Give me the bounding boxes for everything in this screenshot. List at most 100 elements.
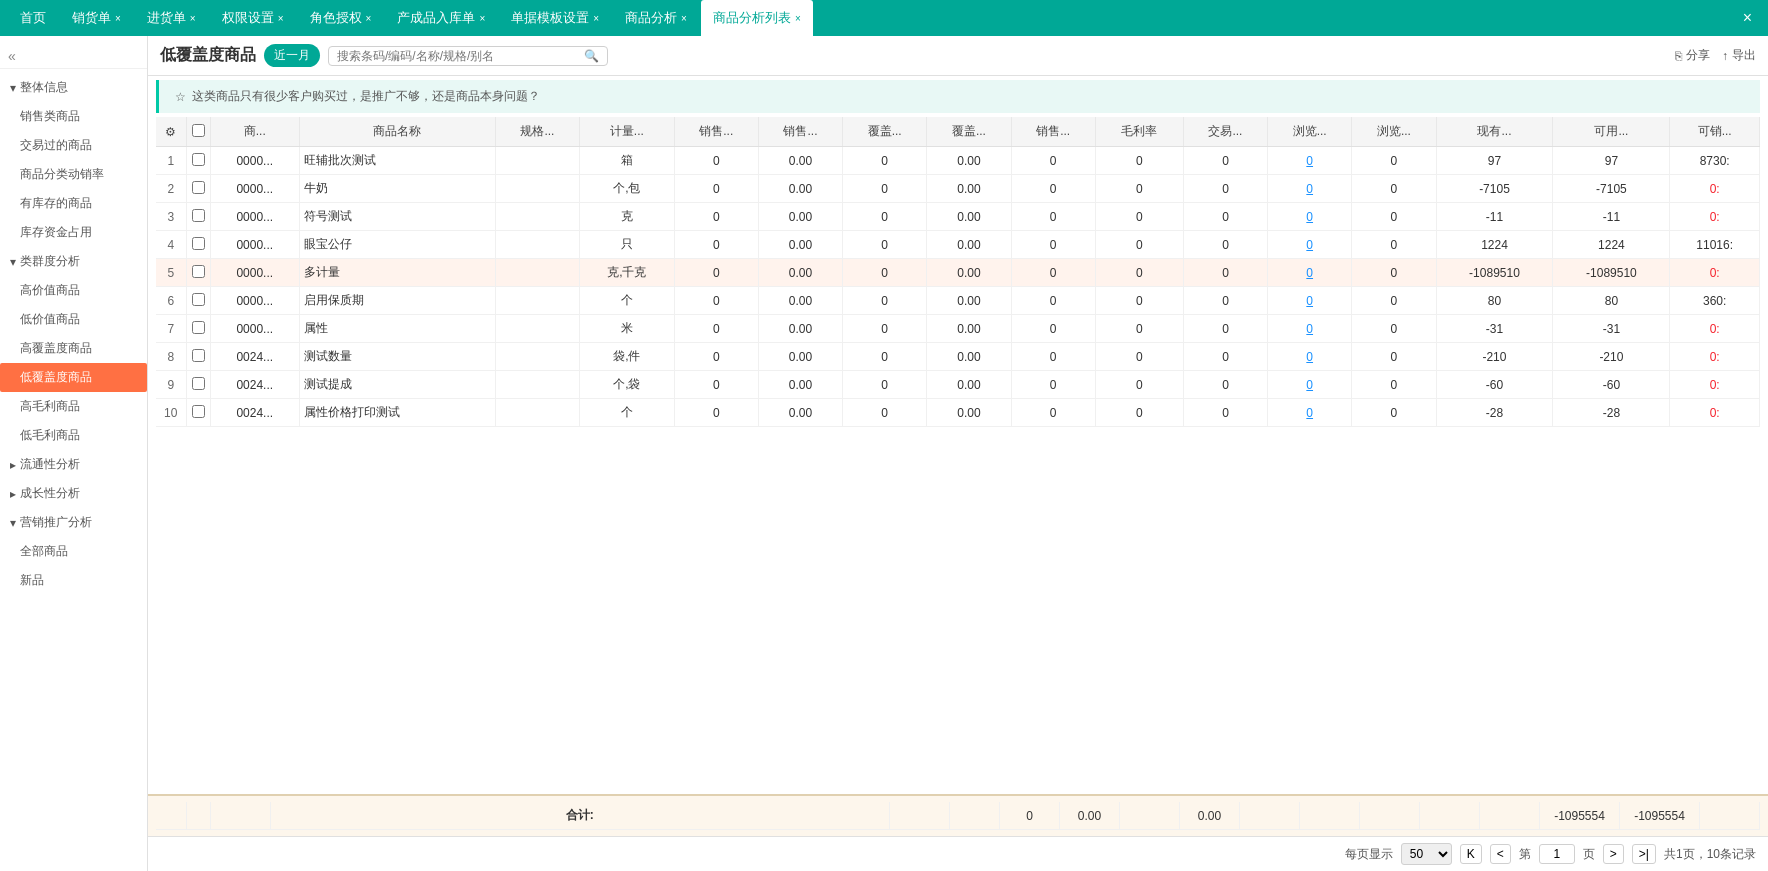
row-checkbox[interactable] [192,405,205,418]
nav-role[interactable]: 角色授权 × [298,0,384,36]
row-sales-qty: 0 [674,287,758,315]
nav-product-analysis[interactable]: 商品分析 × [613,0,699,36]
row-checkbox[interactable] [192,265,205,278]
sidebar-item-low-value[interactable]: 低价值商品 [0,305,147,334]
nav-purchase[interactable]: 进货单 × [135,0,208,36]
sidebar-item-low-coverage[interactable]: 低覆盖度商品 [0,363,147,392]
nav-product-stock-close[interactable]: × [479,13,485,24]
row-checkbox-cell[interactable] [186,343,210,371]
nav-template-close[interactable]: × [593,13,599,24]
row-checkbox-cell[interactable] [186,287,210,315]
row-sales-count: 0 [1011,203,1095,231]
row-browse1[interactable]: 0 [1268,203,1352,231]
col-checkbox[interactable] [186,117,210,147]
row-checkbox-cell[interactable] [186,175,210,203]
row-browse1[interactable]: 0 [1268,343,1352,371]
row-unit: 个,包 [580,175,675,203]
row-num: 6 [156,287,186,315]
nav-sales[interactable]: 销货单 × [60,0,133,36]
sidebar-item-traded-goods[interactable]: 交易过的商品 [0,131,147,160]
sidebar-section-growth[interactable]: ▸ 成长性分析 [0,479,147,508]
settings-icon[interactable]: ⚙ [165,125,176,139]
search-icon[interactable]: 🔍 [584,49,599,63]
sidebar-item-low-margin[interactable]: 低毛利商品 [0,421,147,450]
sidebar-item-new-goods[interactable]: 新品 [0,566,147,595]
sidebar-item-capital-usage[interactable]: 库存资金占用 [0,218,147,247]
sidebar-section-circulation[interactable]: ▸ 流通性分析 [0,450,147,479]
row-checkbox-cell[interactable] [186,231,210,259]
row-browse1[interactable]: 0 [1268,399,1352,427]
row-browse1[interactable]: 0 [1268,315,1352,343]
row-checkbox-cell[interactable] [186,147,210,175]
last-page-btn[interactable]: >| [1632,844,1656,864]
nav-product-analysis-list-close[interactable]: × [795,13,801,24]
nav-purchase-close[interactable]: × [190,13,196,24]
row-checkbox[interactable] [192,209,205,222]
search-input[interactable] [337,49,580,63]
col-settings[interactable]: ⚙ [156,117,186,147]
row-checkbox-cell[interactable] [186,315,210,343]
next-page-btn[interactable]: > [1603,844,1624,864]
row-checkbox[interactable] [192,321,205,334]
row-transaction: 0 [1183,315,1267,343]
row-checkbox[interactable] [192,153,205,166]
row-checkbox[interactable] [192,349,205,362]
share-button[interactable]: ⎘ 分享 [1675,47,1710,64]
nav-home[interactable]: 首页 [8,0,58,36]
row-checkbox[interactable] [192,377,205,390]
sidebar-item-sales-goods[interactable]: 销售类商品 [0,102,147,131]
sidebar-item-high-coverage[interactable]: 高覆盖度商品 [0,334,147,363]
row-browse1[interactable]: 0 [1268,175,1352,203]
row-sales-count: 0 [1011,259,1095,287]
page-prefix-label: 第 [1519,846,1531,863]
nav-template[interactable]: 单据模板设置 × [499,0,611,36]
share-label: 分享 [1686,47,1710,64]
nav-permission-close[interactable]: × [278,13,284,24]
nav-permission-label: 权限设置 [222,9,274,27]
nav-product-analysis-close[interactable]: × [681,13,687,24]
row-name: 旺辅批次测试 [299,147,495,175]
row-browse1[interactable]: 0 [1268,259,1352,287]
nav-product-stock[interactable]: 产成品入库单 × [385,0,497,36]
sidebar-item-high-value[interactable]: 高价值商品 [0,276,147,305]
nav-role-close[interactable]: × [366,13,372,24]
row-checkbox[interactable] [192,181,205,194]
row-checkbox[interactable] [192,237,205,250]
row-browse1[interactable]: 0 [1268,147,1352,175]
row-checkbox[interactable] [192,293,205,306]
page-number-input[interactable] [1539,844,1575,864]
row-browse2: 0 [1352,315,1436,343]
row-checkbox-cell[interactable] [186,203,210,231]
window-close-button[interactable]: × [1735,9,1760,27]
select-all-checkbox[interactable] [192,124,205,137]
row-gross-rate: 0 [1095,175,1183,203]
row-code: 0024... [210,343,299,371]
per-page-select[interactable]: 20 50 100 [1401,843,1452,865]
sidebar-item-stocked-goods[interactable]: 有库存的商品 [0,189,147,218]
date-filter-button[interactable]: 近一月 [264,44,320,67]
sidebar-collapse-btn[interactable]: « [4,48,20,64]
export-button[interactable]: ↑ 导出 [1722,47,1756,64]
prev-page-btn[interactable]: < [1490,844,1511,864]
sidebar-item-all-goods[interactable]: 全部商品 [0,537,147,566]
nav-sales-close[interactable]: × [115,13,121,24]
table-row: 6 0000... 启用保质期 个 0 0.00 0 0.00 0 0 0 0 … [156,287,1760,315]
row-unit: 袋,件 [580,343,675,371]
row-browse1[interactable]: 0 [1268,371,1352,399]
top-nav: 首页 销货单 × 进货单 × 权限设置 × 角色授权 × 产成品入库单 × 单据… [0,0,1768,36]
sidebar-section-overall[interactable]: ▾ 整体信息 [0,73,147,102]
row-checkbox-cell[interactable] [186,399,210,427]
row-current: -31 [1436,315,1553,343]
first-page-btn[interactable]: K [1460,844,1482,864]
nav-permission[interactable]: 权限设置 × [210,0,296,36]
sidebar-item-high-margin[interactable]: 高毛利商品 [0,392,147,421]
row-checkbox-cell[interactable] [186,371,210,399]
sidebar-section-cluster[interactable]: ▾ 类群度分析 [0,247,147,276]
row-num: 10 [156,399,186,427]
sidebar-item-category-rate[interactable]: 商品分类动销率 [0,160,147,189]
row-browse1[interactable]: 0 [1268,287,1352,315]
row-checkbox-cell[interactable] [186,259,210,287]
row-browse1[interactable]: 0 [1268,231,1352,259]
sidebar-section-marketing[interactable]: ▾ 营销推广分析 [0,508,147,537]
nav-product-analysis-list[interactable]: 商品分析列表 × [701,0,813,36]
